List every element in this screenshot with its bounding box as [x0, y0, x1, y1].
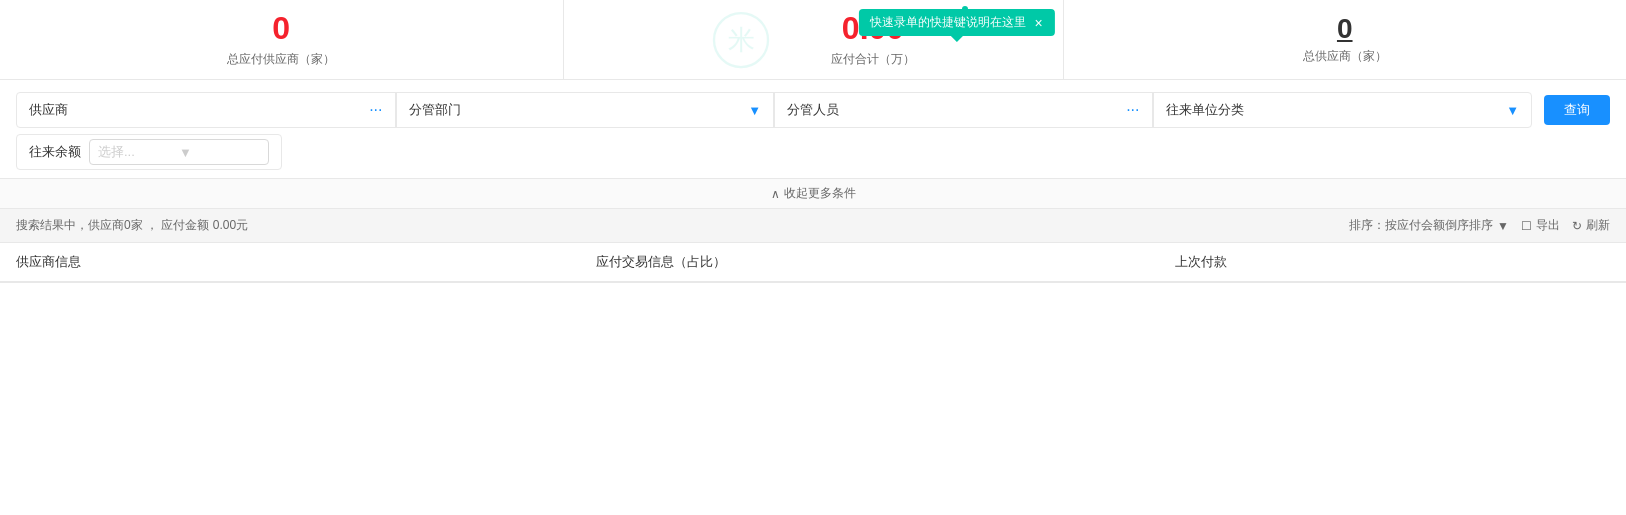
supplier-dots[interactable]: ··· — [369, 101, 382, 119]
filter-supplier[interactable]: 供应商 ··· — [17, 93, 396, 127]
manager-input[interactable] — [847, 103, 1126, 118]
department-dropdown-icon[interactable]: ▼ — [748, 103, 761, 118]
manager-label: 分管人员 — [787, 101, 839, 119]
manager-dots[interactable]: ··· — [1126, 101, 1139, 119]
results-text: 搜索结果中，供应商0家 — [16, 218, 143, 232]
filter-department[interactable]: 分管部门 ▼ — [396, 93, 775, 127]
stat-total-suppliers: 快速录单的快捷键说明在这里 × 0 总供应商（家） — [1064, 0, 1627, 79]
table-col-payment: 上次付款 — [1175, 253, 1610, 271]
query-button[interactable]: 查询 — [1544, 95, 1610, 125]
balance-dropdown-icon[interactable]: ▼ — [179, 145, 260, 160]
results-amount: 应付金额 0.00元 — [161, 218, 248, 232]
refresh-button[interactable]: ↻ 刷新 — [1572, 217, 1610, 234]
tooltip-text: 快速录单的快捷键说明在这里 — [870, 14, 1026, 31]
collapse-label: 收起更多条件 — [784, 185, 856, 202]
table-header: 供应商信息 应付交易信息（占比） 上次付款 — [0, 243, 1626, 283]
balance-select[interactable]: 选择... ▼ — [89, 139, 269, 165]
filter-manager[interactable]: 分管人员 ··· — [774, 93, 1153, 127]
refresh-label: 刷新 — [1586, 217, 1610, 234]
stat-label-total-suppliers: 总供应商（家） — [1303, 48, 1387, 65]
sort-dropdown[interactable]: 排序：按应付会额倒序排序 ▼ — [1349, 217, 1509, 234]
refresh-icon: ↻ — [1572, 219, 1582, 233]
stat-total-payable-suppliers: 0 总应付供应商（家） — [0, 0, 564, 79]
stat-number-payable-suppliers: 0 — [272, 11, 290, 46]
unit-class-input[interactable] — [1252, 103, 1507, 118]
filter-unit-class[interactable]: 往来单位分类 ▼ — [1153, 93, 1532, 127]
table-col-transaction: 应付交易信息（占比） — [596, 253, 1176, 271]
unit-class-label: 往来单位分类 — [1166, 101, 1244, 119]
collapse-icon: ∧ — [771, 187, 780, 201]
balance-label: 往来余额 — [29, 143, 81, 161]
collapse-bar: ∧ 收起更多条件 — [0, 179, 1626, 209]
svg-text:米: 米 — [728, 25, 755, 55]
sort-label: 排序：按应付会额倒序排序 — [1349, 217, 1493, 234]
filter-balance[interactable]: 往来余额 选择... ▼ — [16, 134, 282, 170]
stat-label-payable-total: 应付合计（万） — [831, 51, 915, 68]
filter-row-2: 往来余额 选择... ▼ — [16, 134, 1610, 170]
sort-dropdown-icon[interactable]: ▼ — [1497, 219, 1509, 233]
filter-grid: 供应商 ··· 分管部门 ▼ 分管人员 ··· 往来单位分类 ▼ — [16, 92, 1532, 128]
stats-bar: 0 总应付供应商（家） 米 0.00 应付合计（万） 快速录单的快捷键说明在这里… — [0, 0, 1626, 80]
results-bar: 搜索结果中，供应商0家 ， 应付金额 0.00元 排序：按应付会额倒序排序 ▼ … — [0, 209, 1626, 243]
results-separator: ， — [146, 218, 158, 232]
export-label: 导出 — [1536, 217, 1560, 234]
collapse-button[interactable]: ∧ 收起更多条件 — [771, 185, 856, 202]
filter-row-1: 供应商 ··· 分管部门 ▼ 分管人员 ··· 往来单位分类 ▼ — [16, 92, 1610, 128]
balance-placeholder: 选择... — [98, 143, 179, 161]
unit-class-dropdown-icon[interactable]: ▼ — [1506, 103, 1519, 118]
results-summary: 搜索结果中，供应商0家 ， 应付金额 0.00元 — [16, 217, 248, 234]
results-right: 排序：按应付会额倒序排序 ▼ ☐ 导出 ↻ 刷新 — [1349, 217, 1610, 234]
filter-bar: 供应商 ··· 分管部门 ▼ 分管人员 ··· 往来单位分类 ▼ — [0, 80, 1626, 179]
diamond-icon: 米 — [711, 10, 771, 70]
tooltip-close-icon[interactable]: × — [1034, 16, 1042, 30]
export-icon: ☐ — [1521, 219, 1532, 233]
supplier-label: 供应商 — [29, 101, 79, 119]
stat-label-payable-suppliers: 总应付供应商（家） — [227, 51, 335, 68]
department-input[interactable] — [469, 103, 749, 118]
stat-number-total-suppliers: 0 — [1337, 14, 1353, 45]
table-body — [0, 283, 1626, 515]
tooltip-bubble: 快速录单的快捷键说明在这里 × — [858, 9, 1054, 36]
supplier-input[interactable] — [87, 103, 369, 118]
tooltip-area: 快速录单的快捷键说明在这里 × — [944, 4, 970, 14]
department-label: 分管部门 — [409, 101, 461, 119]
export-button[interactable]: ☐ 导出 — [1521, 217, 1560, 234]
table-col-info: 供应商信息 — [16, 253, 596, 271]
